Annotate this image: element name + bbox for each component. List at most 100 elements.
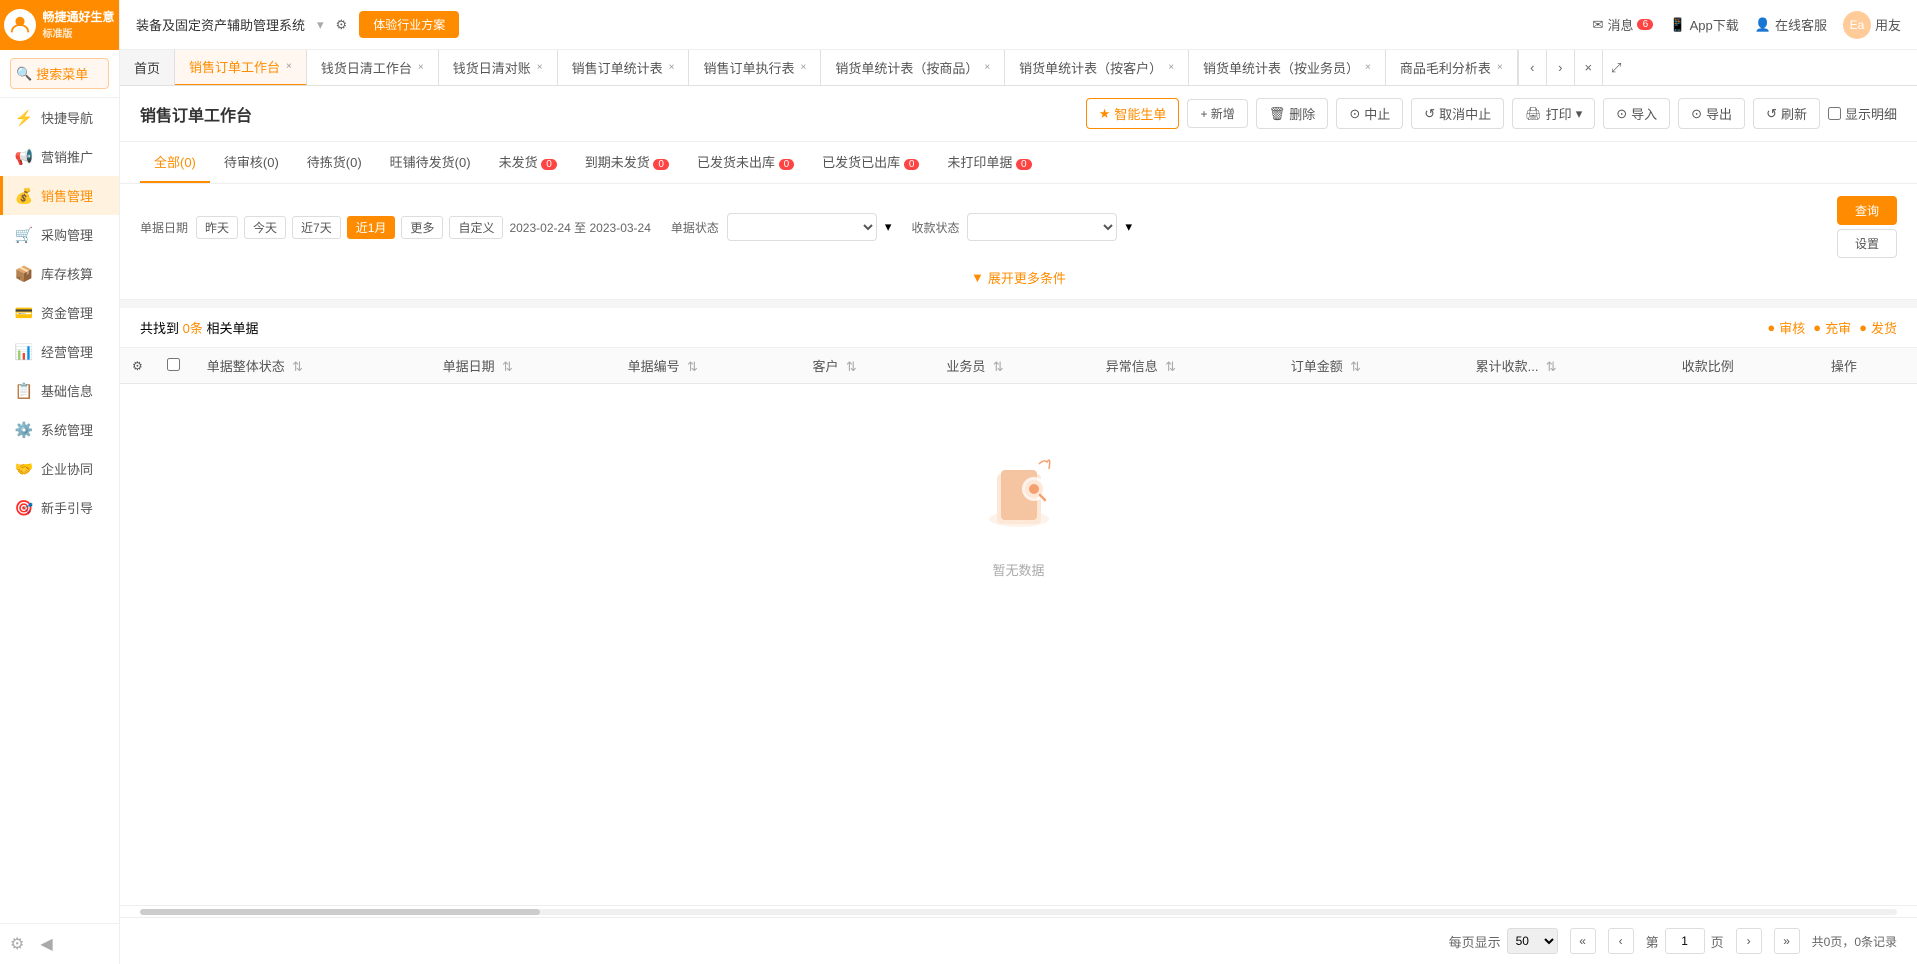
tab-cash-daily-close[interactable]: × [418, 62, 424, 73]
industry-solution-button[interactable]: 体验行业方案 [359, 11, 459, 38]
number-sort-icon[interactable]: ⇅ [687, 359, 698, 374]
sidebar-item-marketing[interactable]: 📢 营销推广 [0, 137, 119, 176]
stop-button[interactable]: ⊙ 中止 [1336, 98, 1403, 129]
smart-generate-button[interactable]: ★ 智能生单 [1086, 98, 1180, 129]
tab-sales-stats[interactable]: 销售订单统计表 × [558, 50, 690, 86]
last-page-btn[interactable]: » [1774, 928, 1800, 954]
tab-summary-customer-close[interactable]: × [1168, 62, 1174, 73]
sidebar-item-operations[interactable]: 📊 经营管理 [0, 332, 119, 371]
sidebar-settings-icon[interactable]: ⚙ [10, 934, 24, 954]
status-filter-select[interactable] [727, 213, 877, 241]
user-action[interactable]: Ea 用友 [1843, 11, 1901, 39]
amount-sort-icon[interactable]: ⇅ [1350, 359, 1361, 374]
sidebar-item-basic-info[interactable]: 📋 基础信息 [0, 371, 119, 410]
tab-summary-product-close[interactable]: × [984, 62, 990, 73]
tab-cash-daily[interactable]: 钱货日清工作台 × [307, 50, 439, 86]
sidebar-item-quick-nav[interactable]: ⚡ 快捷导航 [0, 98, 119, 137]
refresh-button[interactable]: ↺ 刷新 [1753, 98, 1820, 129]
date-sort-icon[interactable]: ⇅ [502, 359, 513, 374]
unreviewed-action-btn[interactable]: ● 充审 [1813, 318, 1851, 337]
date-custom-btn[interactable]: 自定义 [449, 216, 503, 239]
sidebar-item-finance[interactable]: 💳 资金管理 [0, 293, 119, 332]
dropdown-arrow-icon[interactable]: ▾ [317, 17, 324, 33]
tab-close-all-button[interactable]: × [1574, 50, 1602, 86]
tab-sales-workbench[interactable]: 销售订单工作台 × [175, 50, 307, 86]
cancel-stop-button[interactable]: ↺ 取消中止 [1411, 98, 1504, 129]
sidebar-collapse-icon[interactable]: ◀ [40, 934, 52, 954]
tab-scroll-prev[interactable]: ‹ [1518, 50, 1546, 86]
subtab-shipped-not-out[interactable]: 已发货未出库 0 [683, 142, 808, 183]
sidebar-item-sales[interactable]: 💰 销售管理 [0, 176, 119, 215]
add-button[interactable]: + 新增 [1187, 99, 1247, 128]
search-menu-button[interactable]: 🔍 搜索菜单 [10, 58, 109, 89]
date-today-btn[interactable]: 今天 [244, 216, 286, 239]
next-page-btn[interactable]: › [1736, 928, 1762, 954]
sidebar-item-purchase[interactable]: 🛒 采购管理 [0, 215, 119, 254]
tab-home[interactable]: 首页 [120, 50, 175, 86]
show-detail-label[interactable]: 显示明细 [1828, 104, 1897, 123]
subtab-pending-review[interactable]: 待审核(0) [210, 142, 293, 183]
subtab-not-shipped[interactable]: 未发货 0 [485, 142, 571, 183]
ship-action-btn[interactable]: ● 发货 [1859, 318, 1897, 337]
tab-sales-workbench-close[interactable]: × [286, 61, 292, 72]
tab-sales-stats-close[interactable]: × [669, 62, 675, 73]
export-button[interactable]: ⊙ 导出 [1678, 98, 1745, 129]
subtab-wangpu[interactable]: 旺铺待发货(0) [376, 142, 485, 183]
staff-sort-icon[interactable]: ⇅ [993, 359, 1004, 374]
tab-cash-reconcile[interactable]: 钱货日清对账 × [439, 50, 558, 86]
tab-summary-product[interactable]: 销货单统计表（按商品） × [821, 50, 1005, 86]
status-sort-icon[interactable]: ⇅ [292, 359, 303, 374]
tab-summary-staff[interactable]: 销货单统计表（按业务员） × [1189, 50, 1386, 86]
settings-button[interactable]: 设置 [1837, 229, 1897, 258]
tab-expand-button[interactable]: ⤢ [1602, 50, 1630, 86]
subtab-shipped-out[interactable]: 已发货已出库 0 [808, 142, 933, 183]
horizontal-scrollbar[interactable] [120, 905, 1917, 917]
sidebar-item-guide[interactable]: 🎯 新手引导 [0, 488, 119, 527]
select-all-checkbox[interactable] [167, 358, 180, 371]
date-filter: 单据日期 昨天 今天 近7天 近1月 更多 自定义 2023-02-24 至 2… [140, 216, 651, 239]
tab-cash-reconcile-close[interactable]: × [537, 62, 543, 73]
customer-sort-icon[interactable]: ⇅ [846, 359, 857, 374]
date-last7-btn[interactable]: 近7天 [292, 216, 341, 239]
date-yesterday-btn[interactable]: 昨天 [196, 216, 238, 239]
date-last1month-btn[interactable]: 近1月 [347, 216, 396, 239]
stop-icon: ⊙ [1349, 106, 1360, 122]
sidebar-item-system[interactable]: ⚙️ 系统管理 [0, 410, 119, 449]
tab-summary-customer[interactable]: 销货单统计表（按客户） × [1005, 50, 1189, 86]
app-download-action[interactable]: 📱 App下载 [1669, 15, 1738, 34]
tab-cash-daily-label: 钱货日清工作台 [321, 58, 412, 77]
sidebar-item-inventory[interactable]: 📦 库存核算 [0, 254, 119, 293]
first-page-btn[interactable]: « [1570, 928, 1596, 954]
received-sort-icon[interactable]: ⇅ [1546, 359, 1557, 374]
subtab-pending-pickup[interactable]: 待拣货(0) [293, 142, 376, 183]
tab-margin-analysis[interactable]: 商品毛利分析表 × [1386, 50, 1518, 86]
gear-icon[interactable]: ⚙ [336, 17, 348, 33]
page-input[interactable] [1665, 928, 1705, 954]
tab-summary-staff-close[interactable]: × [1365, 62, 1371, 73]
abnormal-sort-icon[interactable]: ⇅ [1165, 359, 1176, 374]
subtab-overdue-not-shipped[interactable]: 到期未发货 0 [571, 142, 683, 183]
prev-page-btn[interactable]: ‹ [1608, 928, 1634, 954]
import-button[interactable]: ⊙ 导入 [1603, 98, 1670, 129]
online-service-action[interactable]: 👤 在线客服 [1755, 15, 1827, 34]
expand-conditions-button[interactable]: ▼ 展开更多条件 [971, 268, 1066, 287]
show-detail-checkbox[interactable] [1828, 107, 1841, 120]
message-action[interactable]: ✉ 消息 6 [1593, 15, 1654, 34]
scrollbar-thumb[interactable] [140, 909, 540, 915]
date-more-btn[interactable]: 更多 [401, 216, 443, 239]
subtab-not-printed[interactable]: 未打印单据 0 [933, 142, 1045, 183]
user-name: 用友 [1875, 15, 1901, 34]
query-button[interactable]: 查询 [1837, 196, 1897, 225]
per-page-select[interactable]: 10 20 50 100 [1507, 928, 1558, 954]
tab-sales-exec-close[interactable]: × [800, 62, 806, 73]
tab-margin-analysis-close[interactable]: × [1497, 62, 1503, 73]
tab-sales-workbench-label: 销售订单工作台 [189, 57, 280, 76]
subtab-all[interactable]: 全部(0) [140, 142, 210, 183]
tab-scroll-next[interactable]: › [1546, 50, 1574, 86]
review-action-btn[interactable]: ● 审核 [1767, 318, 1805, 337]
sidebar-item-enterprise[interactable]: 🤝 企业协同 [0, 449, 119, 488]
delete-button[interactable]: 🗑 删除 [1256, 98, 1329, 129]
tab-sales-exec[interactable]: 销售订单执行表 × [689, 50, 821, 86]
payment-filter-select[interactable] [967, 213, 1117, 241]
print-button[interactable]: 🖨 打印 ▾ [1512, 98, 1595, 129]
